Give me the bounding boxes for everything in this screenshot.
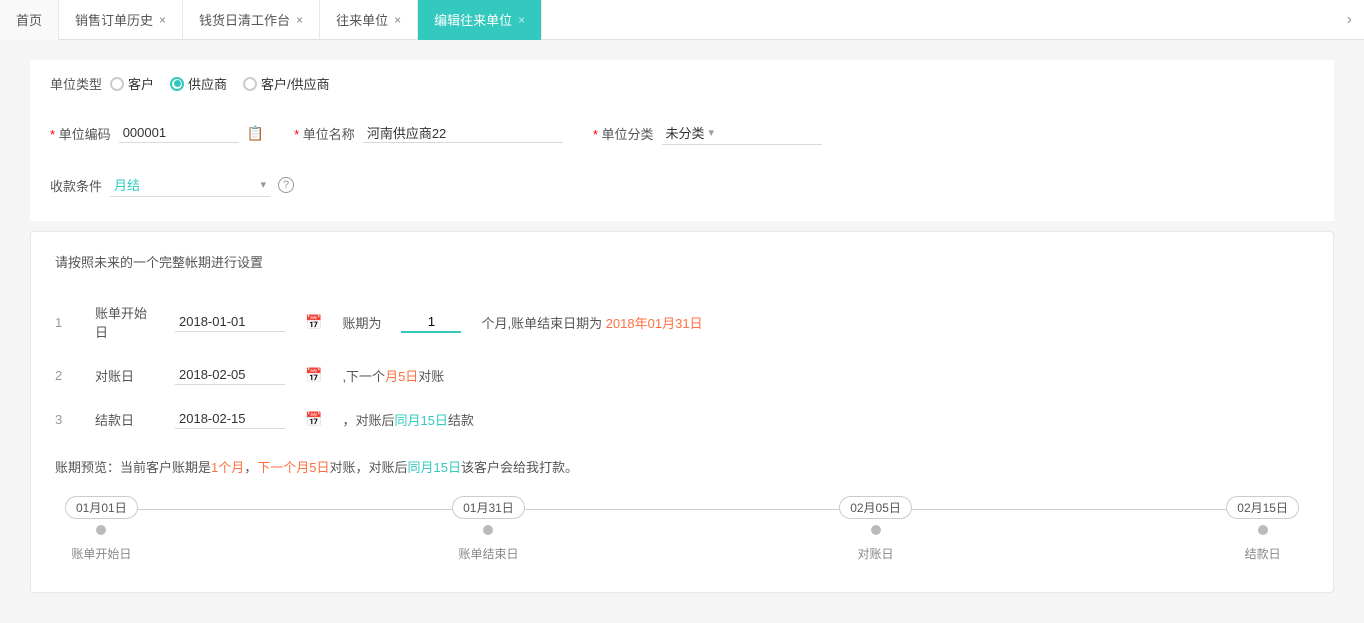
unit-code-field: 单位编码 📋: [50, 123, 264, 143]
payment-row: 收款条件 月结 ▾ ?: [30, 159, 1334, 211]
unit-category-field: 单位分类 未分类 ▾: [593, 121, 822, 145]
timeline-node-1: 01月01日 账单开始日: [65, 496, 138, 562]
radio-customer[interactable]: 客户: [110, 74, 154, 93]
tab-cash-work[interactable]: 钱货日清工作台 ×: [183, 0, 320, 40]
unit-type-field: 单位类型 客户 供应商 客户/供应商: [50, 74, 330, 93]
step-row-1: 1 账单开始日 📅 账期为 个月,账单结束日期为 2018年01月31日: [55, 291, 1309, 353]
unit-category-arrow: ▾: [709, 126, 715, 139]
tab-home-label: 首页: [16, 10, 42, 29]
tab-edit-close[interactable]: ×: [518, 13, 525, 27]
tab-sales-order-history[interactable]: 销售订单历史 ×: [59, 0, 183, 40]
step-desc-2: ,下一个月5日对账: [342, 366, 444, 385]
unit-name-field: 单位名称: [294, 123, 563, 143]
timeline-label-2: 账单结束日: [458, 545, 518, 562]
unit-type-radio-group: 客户 供应商 客户/供应商: [110, 74, 330, 93]
card-title: 请按照未来的一个完整帐期进行设置: [55, 252, 1309, 271]
radio-both-label: 客户/供应商: [261, 74, 330, 93]
step-num-3: 3: [55, 412, 75, 427]
unit-category-value: 未分类: [666, 123, 705, 142]
preview-section: 账期预览：当前客户账期是1个月，下一个月5日对账，对账后同月15日该客户会给我打…: [55, 441, 1309, 496]
timeline-line-1: [138, 509, 452, 510]
timeline-label-1: 账单开始日: [71, 545, 131, 562]
payment-help-icon[interactable]: ?: [278, 177, 294, 193]
timeline: 01月01日 账单开始日 01月31日 账单结束日 02月05日 对账日 02月…: [55, 496, 1309, 572]
payment-terms-field: 收款条件 月结 ▾ ?: [50, 173, 294, 197]
unit-category-label: 单位分类: [593, 124, 654, 143]
timeline-date-4: 02月15日: [1226, 496, 1299, 519]
tab-cash-close[interactable]: ×: [296, 13, 303, 27]
preview-mid1: ，: [244, 460, 257, 475]
radio-customer-circle: [110, 77, 124, 91]
code-name-row: 单位编码 📋 单位名称 单位分类 未分类 ▾: [30, 107, 1334, 159]
tab-partner-label: 往来单位: [336, 10, 388, 29]
period-end-date: 2018年01月31日: [606, 316, 703, 331]
step-row-3: 3 结款日 📅 ，对账后同月15日结款: [55, 397, 1309, 441]
unit-type-label: 单位类型: [50, 74, 102, 93]
tab-cash-label: 钱货日清工作台: [199, 10, 290, 29]
settings-card: 请按照未来的一个完整帐期进行设置 1 账单开始日 📅 账期为 个月,账单结束日期…: [30, 231, 1334, 593]
tab-edit-partner[interactable]: 编辑往来单位 ×: [418, 0, 542, 40]
tab-chevron[interactable]: ›: [1335, 11, 1364, 29]
step-period-prefix: 账期为: [342, 313, 381, 332]
step-label-2: 对账日: [95, 366, 155, 385]
payment-terms-select[interactable]: 月结 ▾: [110, 173, 270, 197]
radio-customer-label: 客户: [128, 74, 154, 93]
preview-part2: 下一个月5日: [257, 460, 329, 475]
step-row-2: 2 对账日 📅 ,下一个月5日对账: [55, 353, 1309, 397]
preview-suffix: 该客户会给我打款。: [461, 460, 578, 475]
radio-supplier[interactable]: 供应商: [170, 74, 227, 93]
tabs-bar: 首页 销售订单历史 × 钱货日清工作台 × 往来单位 × 编辑往来单位 × ›: [0, 0, 1364, 40]
timeline-date-3: 02月05日: [839, 496, 912, 519]
step-label-1: 账单开始日: [95, 303, 155, 341]
preview-mid2: 对账，对账后: [330, 460, 408, 475]
step-num-1: 1: [55, 315, 75, 330]
unit-code-input[interactable]: [119, 123, 239, 143]
step-cal-3[interactable]: 📅: [305, 411, 322, 428]
tab-home[interactable]: 首页: [0, 0, 59, 40]
timeline-date-1: 01月01日: [65, 496, 138, 519]
step-date-2[interactable]: [175, 365, 285, 385]
payment-terms-value: 月结: [114, 175, 256, 194]
step-label-3: 结款日: [95, 410, 155, 429]
timeline-date-2: 01月31日: [452, 496, 525, 519]
unit-category-dropdown[interactable]: 未分类 ▾: [662, 121, 822, 145]
preview-part3: 同月15日: [408, 460, 461, 475]
radio-both-circle: [243, 77, 257, 91]
unit-name-input[interactable]: [363, 123, 563, 143]
step-desc-3: ，对账后同月15日结款: [342, 410, 474, 429]
timeline-label-4: 结款日: [1245, 545, 1281, 562]
preview-prefix: 账期预览：当前客户账期是: [55, 460, 211, 475]
step-date-3[interactable]: [175, 409, 285, 429]
tab-sales-close[interactable]: ×: [159, 13, 166, 27]
step-period-suffix: 个月,账单结束日期为 2018年01月31日: [481, 313, 702, 332]
tab-partner-units[interactable]: 往来单位 ×: [320, 0, 418, 40]
timeline-node-2: 01月31日 账单结束日: [452, 496, 525, 562]
radio-supplier-circle: [170, 77, 184, 91]
radio-both[interactable]: 客户/供应商: [243, 74, 330, 93]
payment-terms-label: 收款条件: [50, 176, 102, 195]
payment-terms-arrow: ▾: [260, 178, 266, 191]
unit-type-row: 单位类型 客户 供应商 客户/供应商: [30, 60, 1334, 107]
radio-supplier-label: 供应商: [188, 74, 227, 93]
step-cal-1[interactable]: 📅: [305, 314, 322, 331]
timeline-node-4: 02月15日 结款日: [1226, 496, 1299, 562]
step-num-2: 2: [55, 368, 75, 383]
timeline-line-2: [525, 509, 839, 510]
content-area: 单位类型 客户 供应商 客户/供应商: [0, 40, 1364, 623]
timeline-label-3: 对账日: [858, 545, 894, 562]
unit-code-label: 单位编码: [50, 124, 111, 143]
timeline-node-3: 02月05日 对账日: [839, 496, 912, 562]
timeline-line-3: [912, 509, 1226, 510]
tab-partner-close[interactable]: ×: [394, 13, 401, 27]
step-cal-2[interactable]: 📅: [305, 367, 322, 384]
tab-edit-label: 编辑往来单位: [434, 10, 512, 29]
unit-name-label: 单位名称: [294, 124, 355, 143]
form-section: 单位类型 客户 供应商 客户/供应商: [30, 60, 1334, 221]
period-input[interactable]: [401, 312, 461, 333]
step-date-1[interactable]: [175, 312, 285, 332]
unit-code-icon[interactable]: 📋: [247, 125, 264, 142]
tab-sales-label: 销售订单历史: [75, 10, 153, 29]
preview-part1: 1个月: [211, 460, 244, 475]
